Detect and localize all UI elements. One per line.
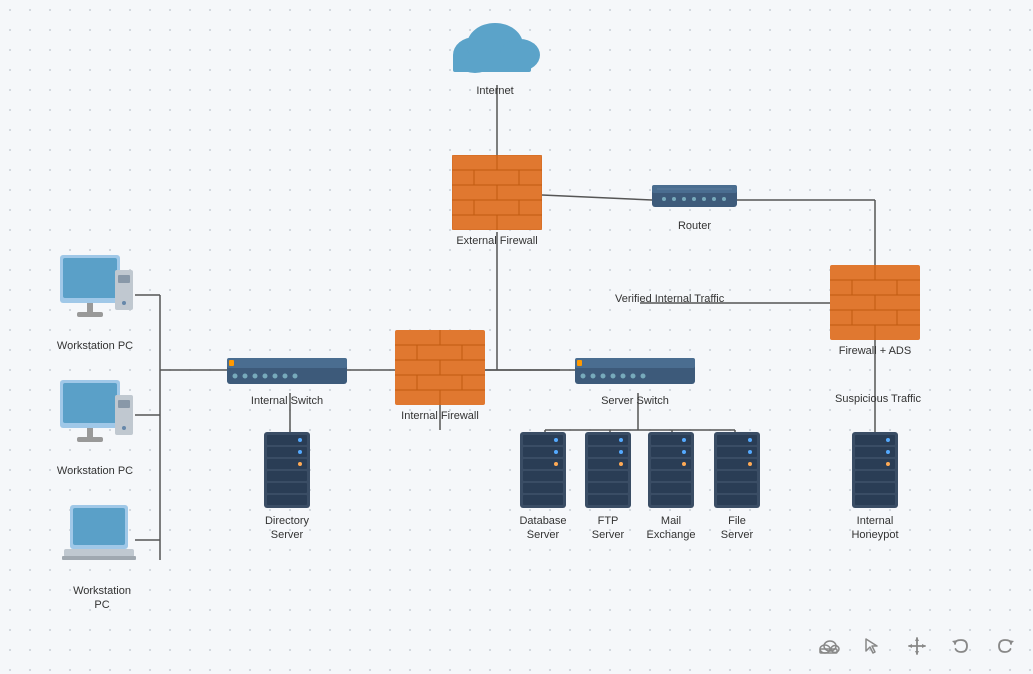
internal-switch-label: Internal Switch — [251, 394, 323, 408]
internal-switch-node: Internal Switch — [227, 355, 347, 408]
verified-traffic-label: Verified Internal Traffic — [615, 293, 724, 305]
file-server-icon — [712, 430, 762, 510]
server-switch-icon — [575, 355, 695, 390]
server-switch-node: Server Switch — [575, 355, 695, 408]
suspicious-traffic-label: Suspicious Traffic — [835, 393, 921, 405]
ftp-server-label: FTP Server — [592, 514, 624, 543]
external-firewall-icon — [452, 155, 542, 230]
mail-exchange-node: Mail Exchange — [646, 430, 696, 543]
workstation1-node: Workstation PC — [55, 255, 135, 353]
workstation1-label: Workstation PC — [57, 339, 133, 353]
internal-honeypot-node: Internal Honeypot — [850, 430, 900, 543]
internal-switch-icon — [227, 355, 347, 390]
database-server-label: Database Server — [519, 514, 566, 543]
directory-server-node: Directory Server — [262, 430, 312, 543]
firewall-ads-icon — [830, 265, 920, 340]
redo-button[interactable] — [987, 628, 1023, 664]
mail-exchange-label: Mail Exchange — [647, 514, 696, 543]
diagram-canvas: Internet External Firewall — [0, 0, 1033, 674]
directory-server-icon — [262, 430, 312, 510]
workstation3-label: Workstation PC — [73, 584, 131, 613]
workstation3-icon — [62, 500, 142, 580]
workstation2-node: Workstation PC — [55, 380, 135, 478]
ftp-server-icon — [583, 430, 633, 510]
internal-firewall-label: Internal Firewall — [401, 409, 479, 423]
file-server-label: File Server — [721, 514, 753, 543]
internal-honeypot-label: Internal Honeypot — [851, 514, 898, 543]
workstation1-icon — [55, 255, 135, 335]
directory-server-label: Directory Server — [265, 514, 309, 543]
file-server-node: File Server — [712, 430, 762, 543]
external-firewall-label: External Firewall — [456, 234, 537, 248]
move-button[interactable] — [899, 628, 935, 664]
toolbar — [811, 628, 1023, 664]
ftp-server-node: FTP Server — [583, 430, 633, 543]
cloud-icon — [440, 10, 550, 80]
firewall-ads-label: Firewall + ADS — [839, 344, 911, 358]
undo-button[interactable] — [943, 628, 979, 664]
database-server-icon — [518, 430, 568, 510]
router-node: Router — [652, 180, 737, 233]
workstation2-label: Workstation PC — [57, 464, 133, 478]
database-server-node: Database Server — [518, 430, 568, 543]
external-firewall-node: External Firewall — [452, 155, 542, 248]
internal-firewall-icon — [395, 330, 485, 405]
workstation2-icon — [55, 380, 135, 460]
firewall-ads-node: Firewall + ADS — [830, 265, 920, 358]
internet-label: Internet — [476, 84, 513, 98]
cursor-button[interactable] — [855, 628, 891, 664]
internal-honeypot-icon — [850, 430, 900, 510]
server-switch-label: Server Switch — [601, 394, 669, 408]
workstation3-node: Workstation PC — [62, 500, 142, 613]
internal-firewall-node: Internal Firewall — [395, 330, 485, 423]
cloud-button[interactable] — [811, 628, 847, 664]
internet-node: Internet — [440, 10, 550, 98]
router-icon — [652, 180, 737, 215]
router-label: Router — [678, 219, 711, 233]
mail-exchange-icon — [646, 430, 696, 510]
